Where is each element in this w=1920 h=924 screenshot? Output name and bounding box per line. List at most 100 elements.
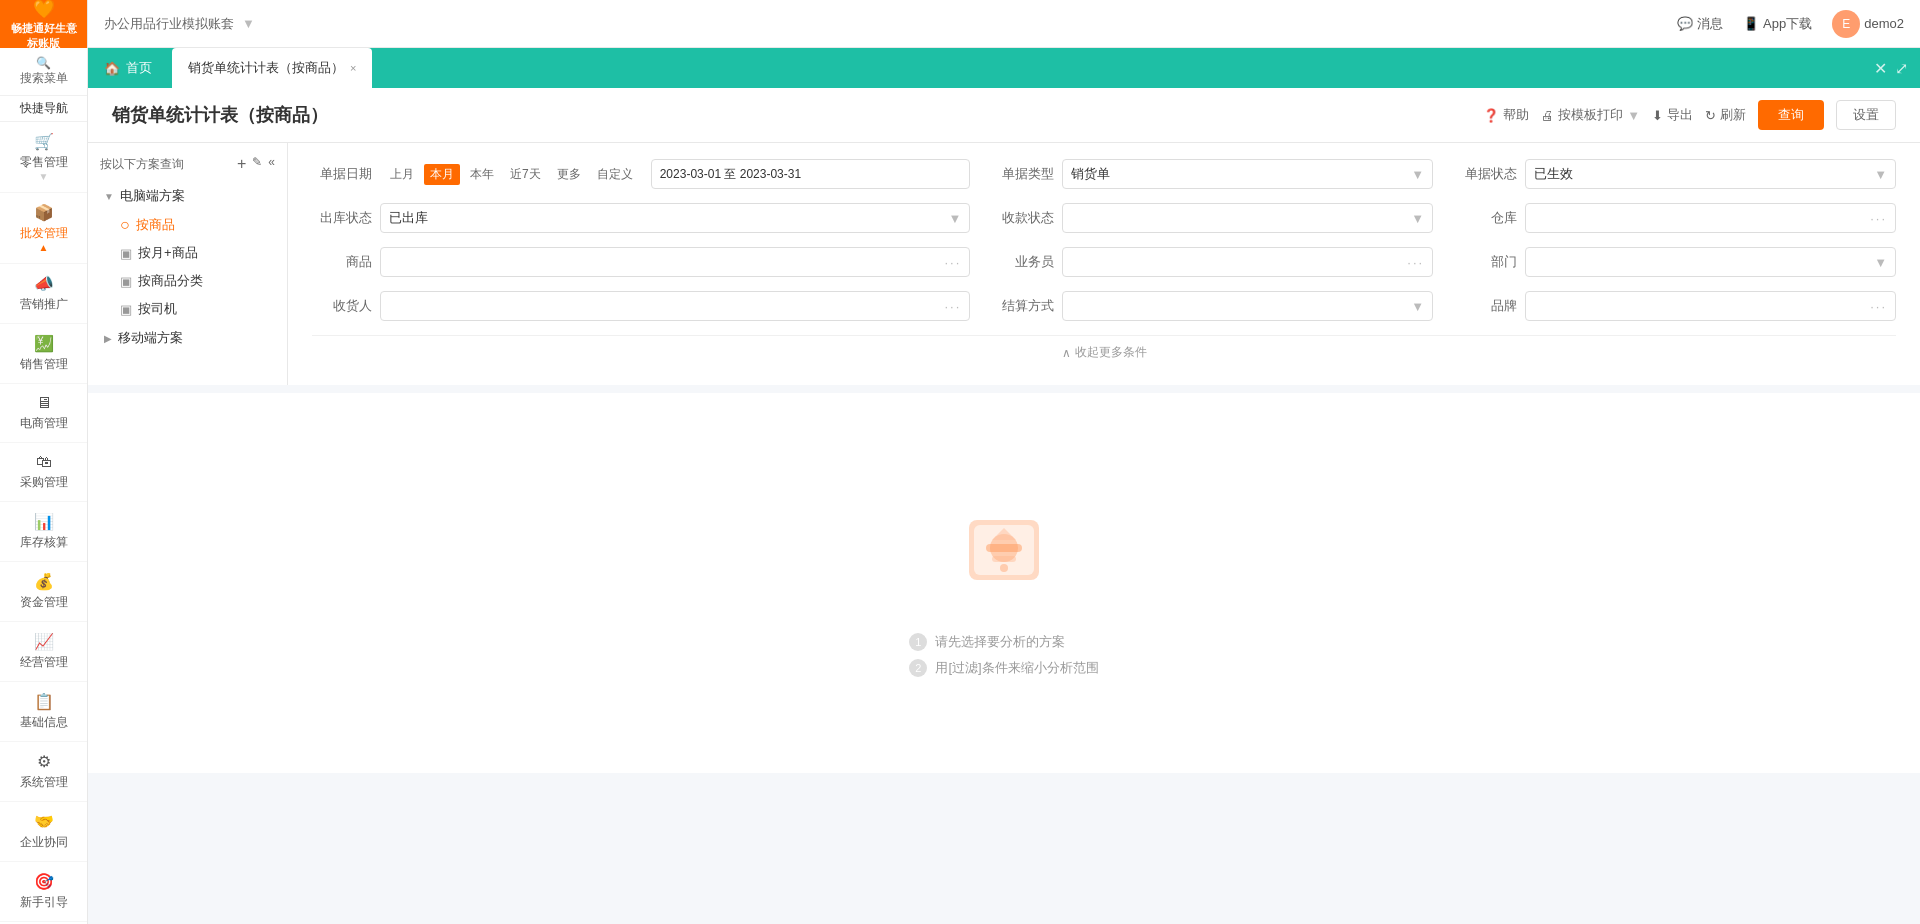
svg-point-5 bbox=[1000, 564, 1008, 572]
tree-item-by-product[interactable]: ○ 按商品 bbox=[120, 211, 287, 239]
date-tag-7days[interactable]: 近7天 bbox=[504, 164, 547, 185]
export-btn[interactable]: ⬇ 导出 bbox=[1652, 106, 1693, 124]
collect-status-select[interactable]: ▼ bbox=[1062, 203, 1433, 233]
department-label: 部门 bbox=[1457, 253, 1517, 271]
download-label: App下载 bbox=[1763, 15, 1812, 33]
doc-type-select[interactable]: 销货单 ▼ bbox=[1062, 159, 1433, 189]
tabbar: 🏠 首页 销货单统计计表（按商品） × ✕ ⤢ bbox=[88, 48, 1920, 88]
date-range-control: 上月 本月 本年 近7天 更多 自定义 2023-03-01 至 2023-03… bbox=[380, 159, 970, 189]
warehouse-field: 仓库 ··· bbox=[1457, 203, 1896, 233]
wholesale-icon: 📦 bbox=[34, 203, 54, 222]
product-input[interactable]: ··· bbox=[380, 247, 970, 277]
collapse-filters-btn[interactable]: ∧ 收起更多条件 bbox=[312, 335, 1896, 369]
sidebar-item-operation[interactable]: 📈 经营管理 bbox=[0, 622, 87, 682]
date-tag-more[interactable]: 更多 bbox=[551, 164, 587, 185]
quick-nav[interactable]: 快捷导航 bbox=[0, 96, 87, 122]
tree-group-desktop[interactable]: ▼ 电脑端方案 bbox=[88, 181, 287, 211]
system-label: 系统管理 bbox=[20, 774, 68, 791]
settings-button[interactable]: 设置 bbox=[1836, 100, 1896, 130]
sidebar-item-newbie[interactable]: 🎯 新手引导 bbox=[0, 862, 87, 922]
user-menu[interactable]: E demo2 bbox=[1832, 10, 1904, 38]
sidebar: 🧡 畅捷通好生意 标账版 🔍 搜索菜单 快捷导航 🛒 零售管理 ▼ 📦 批发管理… bbox=[0, 0, 88, 924]
sidebar-item-sales[interactable]: 💹 销售管理 bbox=[0, 324, 87, 384]
warehouse-input[interactable]: ··· bbox=[1525, 203, 1896, 233]
inventory-icon: 📊 bbox=[34, 512, 54, 531]
empty-svg bbox=[944, 490, 1064, 610]
ecommerce-icon: 🖥 bbox=[36, 394, 52, 412]
tree-group-mobile[interactable]: ▶ 移动端方案 bbox=[88, 323, 287, 353]
driver-icon: ▣ bbox=[120, 302, 132, 317]
ecommerce-label: 电商管理 bbox=[20, 415, 68, 432]
svg-rect-4 bbox=[992, 556, 1016, 562]
tree-item-by-month-product[interactable]: ▣ 按月+商品 bbox=[120, 239, 287, 267]
brand-label: 品牌 bbox=[1457, 297, 1517, 315]
tree-item-by-category[interactable]: ▣ 按商品分类 bbox=[120, 267, 287, 295]
maximize-icon[interactable]: ⤢ bbox=[1895, 59, 1908, 78]
date-tag-this-year[interactable]: 本年 bbox=[464, 164, 500, 185]
payment-method-select[interactable]: ▼ bbox=[1062, 291, 1433, 321]
cooperation-icon: 🤝 bbox=[34, 812, 54, 831]
message-btn[interactable]: 💬 消息 bbox=[1677, 15, 1723, 33]
doc-status-label: 单据状态 bbox=[1457, 165, 1517, 183]
date-tag-this-month[interactable]: 本月 bbox=[424, 164, 460, 185]
sidebar-item-ecommerce[interactable]: 🖥 电商管理 bbox=[0, 384, 87, 443]
query-button[interactable]: 查询 bbox=[1758, 100, 1824, 130]
sidebar-item-basic[interactable]: 📋 基础信息 bbox=[0, 682, 87, 742]
sales-label: 销售管理 bbox=[20, 356, 68, 373]
product-dots: ··· bbox=[944, 255, 961, 270]
receiver-field: 收货人 ··· bbox=[312, 291, 970, 321]
sidebar-item-inventory[interactable]: 📊 库存核算 bbox=[0, 502, 87, 562]
operation-icon: 📈 bbox=[34, 632, 54, 651]
workspace-dropdown-icon[interactable]: ▼ bbox=[242, 16, 255, 31]
app-download-btn[interactable]: 📱 App下载 bbox=[1743, 15, 1812, 33]
help-label: 帮助 bbox=[1503, 106, 1529, 124]
newbie-icon: 🎯 bbox=[34, 872, 54, 891]
edit-scheme-btn[interactable]: ✎ bbox=[252, 155, 262, 173]
sidebar-item-retail[interactable]: 🛒 零售管理 ▼ bbox=[0, 122, 87, 193]
add-scheme-btn[interactable]: + bbox=[237, 155, 246, 173]
filter-sidebar-icons: + ✎ « bbox=[237, 155, 275, 173]
retail-label: 零售管理 bbox=[20, 154, 68, 171]
tab-close-btn[interactable]: × bbox=[350, 62, 356, 74]
filter-panel: 按以下方案查询 + ✎ « ▼ 电脑端方案 ○ 按商品 bbox=[88, 143, 1920, 385]
payment-method-field: 结算方式 ▼ bbox=[994, 291, 1433, 321]
tab-sales-report[interactable]: 销货单统计计表（按商品） × bbox=[172, 48, 372, 88]
date-value-display[interactable]: 2023-03-01 至 2023-03-31 bbox=[651, 159, 971, 189]
print-icon: 🖨 bbox=[1541, 108, 1554, 123]
wholesale-arrow: ▲ bbox=[39, 242, 49, 253]
collapse-sidebar-btn[interactable]: « bbox=[268, 155, 275, 173]
sidebar-item-marketing[interactable]: 📣 营销推广 bbox=[0, 264, 87, 324]
sidebar-item-cooperation[interactable]: 🤝 企业协同 bbox=[0, 802, 87, 862]
salesman-input[interactable]: ··· bbox=[1062, 247, 1433, 277]
receiver-input[interactable]: ··· bbox=[380, 291, 970, 321]
finance-icon: 💰 bbox=[34, 572, 54, 591]
filter-sidebar: 按以下方案查询 + ✎ « ▼ 电脑端方案 ○ 按商品 bbox=[88, 143, 288, 385]
month-product-label: 按月+商品 bbox=[138, 244, 198, 262]
tree-item-by-driver[interactable]: ▣ 按司机 bbox=[120, 295, 287, 323]
search-menu[interactable]: 🔍 搜索菜单 bbox=[0, 48, 87, 96]
salesman-dots: ··· bbox=[1407, 255, 1424, 270]
system-icon: ⚙ bbox=[37, 752, 51, 771]
brand-input[interactable]: ··· bbox=[1525, 291, 1896, 321]
doc-status-caret: ▼ bbox=[1874, 167, 1887, 182]
date-tag-custom[interactable]: 自定义 bbox=[591, 164, 639, 185]
tab-home[interactable]: 🏠 首页 bbox=[88, 48, 168, 88]
minimize-icon[interactable]: ✕ bbox=[1874, 59, 1887, 78]
sidebar-item-system[interactable]: ⚙ 系统管理 bbox=[0, 742, 87, 802]
inventory-label: 库存核算 bbox=[20, 534, 68, 551]
print-btn[interactable]: 🖨 按模板打印 ▼ bbox=[1541, 106, 1640, 124]
sidebar-item-finance[interactable]: 💰 资金管理 bbox=[0, 562, 87, 622]
workspace-label: 办公用品行业模拟账套 bbox=[104, 15, 234, 33]
help-btn[interactable]: ❓ 帮助 bbox=[1483, 106, 1529, 124]
sidebar-item-wholesale[interactable]: 📦 批发管理 ▲ bbox=[0, 193, 87, 264]
sidebar-item-purchase[interactable]: 🛍 采购管理 bbox=[0, 443, 87, 502]
doc-status-select[interactable]: 已生效 ▼ bbox=[1525, 159, 1896, 189]
out-status-select[interactable]: 已出库 ▼ bbox=[380, 203, 970, 233]
department-select[interactable]: ▼ bbox=[1525, 247, 1896, 277]
active-item-label: 按商品 bbox=[136, 216, 175, 234]
doc-status-field: 单据状态 已生效 ▼ bbox=[1457, 159, 1896, 189]
collect-status-label: 收款状态 bbox=[994, 209, 1054, 227]
refresh-btn[interactable]: ↻ 刷新 bbox=[1705, 106, 1746, 124]
date-tag-last-month[interactable]: 上月 bbox=[384, 164, 420, 185]
print-label: 按模板打印 bbox=[1558, 106, 1623, 124]
